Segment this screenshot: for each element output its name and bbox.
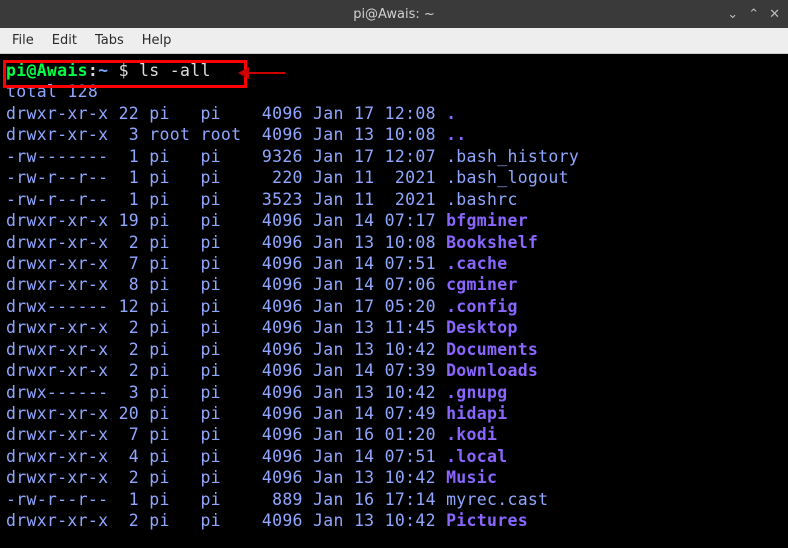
prompt-symbol: $ bbox=[108, 61, 139, 80]
list-item-name: .. bbox=[446, 125, 466, 144]
list-item-name: myrec.cast bbox=[446, 490, 548, 509]
list-item-name: Downloads bbox=[446, 361, 538, 380]
list-item: -rw-r--r-- 1 pi pi 3523 Jan 11 2021 .bas… bbox=[6, 189, 782, 210]
list-item-meta: drwxr-xr-x 2 pi pi 4096 Jan 13 10:08 bbox=[6, 233, 446, 252]
list-item: drwxr-xr-x 2 pi pi 4096 Jan 13 10:08 Boo… bbox=[6, 232, 782, 253]
list-item-meta: -rw-r--r-- 1 pi pi 3523 Jan 11 2021 bbox=[6, 190, 446, 209]
list-item-meta: drwxr-xr-x 2 pi pi 4096 Jan 13 10:42 bbox=[6, 340, 446, 359]
prompt-command: ls -all bbox=[139, 61, 211, 80]
list-item-name: Music bbox=[446, 468, 497, 487]
list-item: drwxr-xr-x 22 pi pi 4096 Jan 17 12:08 . bbox=[6, 103, 782, 124]
directory-listing: drwxr-xr-x 22 pi pi 4096 Jan 17 12:08 .d… bbox=[6, 103, 782, 532]
list-item-name: .bash_logout bbox=[446, 168, 569, 187]
window-controls: ⌄ ⌃ ✕ bbox=[727, 7, 780, 22]
maximize-icon[interactable]: ⌃ bbox=[748, 7, 759, 22]
list-item: drwxr-xr-x 8 pi pi 4096 Jan 14 07:06 cgm… bbox=[6, 274, 782, 295]
list-item: -rw-r--r-- 1 pi pi 220 Jan 11 2021 .bash… bbox=[6, 167, 782, 188]
list-item-name: hidapi bbox=[446, 404, 507, 423]
list-item-name: .cache bbox=[446, 254, 507, 273]
list-item: drwx------ 12 pi pi 4096 Jan 17 05:20 .c… bbox=[6, 296, 782, 317]
list-item-meta: drwxr-xr-x 3 root root 4096 Jan 13 10:08 bbox=[6, 125, 446, 144]
list-item: drwxr-xr-x 2 pi pi 4096 Jan 13 11:45 Des… bbox=[6, 317, 782, 338]
list-item-name: .kodi bbox=[446, 425, 497, 444]
menu-help[interactable]: Help bbox=[134, 30, 180, 51]
list-item-meta: drwx------ 3 pi pi 4096 Jan 13 10:42 bbox=[6, 383, 446, 402]
list-item-meta: drwxr-xr-x 2 pi pi 4096 Jan 13 10:42 bbox=[6, 468, 446, 487]
list-item-name: .local bbox=[446, 447, 507, 466]
total-line: total 128 bbox=[6, 81, 782, 102]
list-item-meta: drwx------ 12 pi pi 4096 Jan 17 05:20 bbox=[6, 297, 446, 316]
prompt-path: ~ bbox=[98, 61, 108, 80]
list-item-name: Desktop bbox=[446, 318, 518, 337]
list-item: drwxr-xr-x 4 pi pi 4096 Jan 14 07:51 .lo… bbox=[6, 446, 782, 467]
list-item: drwxr-xr-x 2 pi pi 4096 Jan 13 10:42 Doc… bbox=[6, 339, 782, 360]
list-item-meta: drwxr-xr-x 8 pi pi 4096 Jan 14 07:06 bbox=[6, 275, 446, 294]
list-item: drwxr-xr-x 20 pi pi 4096 Jan 14 07:49 hi… bbox=[6, 403, 782, 424]
list-item-meta: drwxr-xr-x 20 pi pi 4096 Jan 14 07:49 bbox=[6, 404, 446, 423]
list-item-name: .bashrc bbox=[446, 190, 518, 209]
list-item-name: Bookshelf bbox=[446, 233, 538, 252]
terminal-area[interactable]: pi@Awais:~ $ ls -all total 128 drwxr-xr-… bbox=[0, 54, 788, 548]
list-item: drwxr-xr-x 7 pi pi 4096 Jan 14 07:51 .ca… bbox=[6, 253, 782, 274]
list-item-name: bfgminer bbox=[446, 211, 528, 230]
list-item-meta: -rw-r--r-- 1 pi pi 889 Jan 16 17:14 bbox=[6, 490, 446, 509]
list-item-meta: drwxr-xr-x 2 pi pi 4096 Jan 13 10:42 bbox=[6, 511, 446, 530]
list-item-meta: drwxr-xr-x 2 pi pi 4096 Jan 13 11:45 bbox=[6, 318, 446, 337]
list-item-meta: -rw------- 1 pi pi 9326 Jan 17 12:07 bbox=[6, 147, 446, 166]
list-item: -rw------- 1 pi pi 9326 Jan 17 12:07 .ba… bbox=[6, 146, 782, 167]
window-title: pi@Awais: ~ bbox=[353, 7, 435, 22]
list-item: drwxr-xr-x 2 pi pi 4096 Jan 13 10:42 Mus… bbox=[6, 467, 782, 488]
list-item-meta: drwxr-xr-x 7 pi pi 4096 Jan 14 07:51 bbox=[6, 254, 446, 273]
list-item-name: cgminer bbox=[446, 275, 518, 294]
list-item: drwxr-xr-x 19 pi pi 4096 Jan 14 07:17 bf… bbox=[6, 210, 782, 231]
list-item: drwxr-xr-x 3 root root 4096 Jan 13 10:08… bbox=[6, 124, 782, 145]
close-icon[interactable]: ✕ bbox=[769, 7, 780, 22]
list-item-name: .gnupg bbox=[446, 383, 507, 402]
prompt-separator: : bbox=[88, 61, 98, 80]
list-item-name: Pictures bbox=[446, 511, 528, 530]
menu-file[interactable]: File bbox=[4, 30, 42, 51]
list-item: drwxr-xr-x 2 pi pi 4096 Jan 13 10:42 Pic… bbox=[6, 510, 782, 531]
menu-tabs[interactable]: Tabs bbox=[87, 30, 132, 51]
list-item-meta: drwxr-xr-x 19 pi pi 4096 Jan 14 07:17 bbox=[6, 211, 446, 230]
list-item-meta: drwxr-xr-x 22 pi pi 4096 Jan 17 12:08 bbox=[6, 104, 446, 123]
list-item-meta: drwxr-xr-x 7 pi pi 4096 Jan 16 01:20 bbox=[6, 425, 446, 444]
list-item-name: .config bbox=[446, 297, 518, 316]
menu-edit[interactable]: Edit bbox=[44, 30, 85, 51]
window-titlebar: pi@Awais: ~ ⌄ ⌃ ✕ bbox=[0, 0, 788, 28]
list-item: -rw-r--r-- 1 pi pi 889 Jan 16 17:14 myre… bbox=[6, 489, 782, 510]
list-item: drwxr-xr-x 7 pi pi 4096 Jan 16 01:20 .ko… bbox=[6, 424, 782, 445]
list-item: drwxr-xr-x 2 pi pi 4096 Jan 14 07:39 Dow… bbox=[6, 360, 782, 381]
prompt-line: pi@Awais:~ $ ls -all bbox=[6, 60, 782, 81]
list-item-name: .bash_history bbox=[446, 147, 579, 166]
list-item-meta: drwxr-xr-x 4 pi pi 4096 Jan 14 07:51 bbox=[6, 447, 446, 466]
list-item: drwx------ 3 pi pi 4096 Jan 13 10:42 .gn… bbox=[6, 382, 782, 403]
prompt-user-host: pi@Awais bbox=[6, 61, 88, 80]
menubar: File Edit Tabs Help bbox=[0, 28, 788, 54]
list-item-name: . bbox=[446, 104, 456, 123]
minimize-icon[interactable]: ⌄ bbox=[727, 7, 738, 22]
list-item-meta: -rw-r--r-- 1 pi pi 220 Jan 11 2021 bbox=[6, 168, 446, 187]
list-item-meta: drwxr-xr-x 2 pi pi 4096 Jan 14 07:39 bbox=[6, 361, 446, 380]
list-item-name: Documents bbox=[446, 340, 538, 359]
